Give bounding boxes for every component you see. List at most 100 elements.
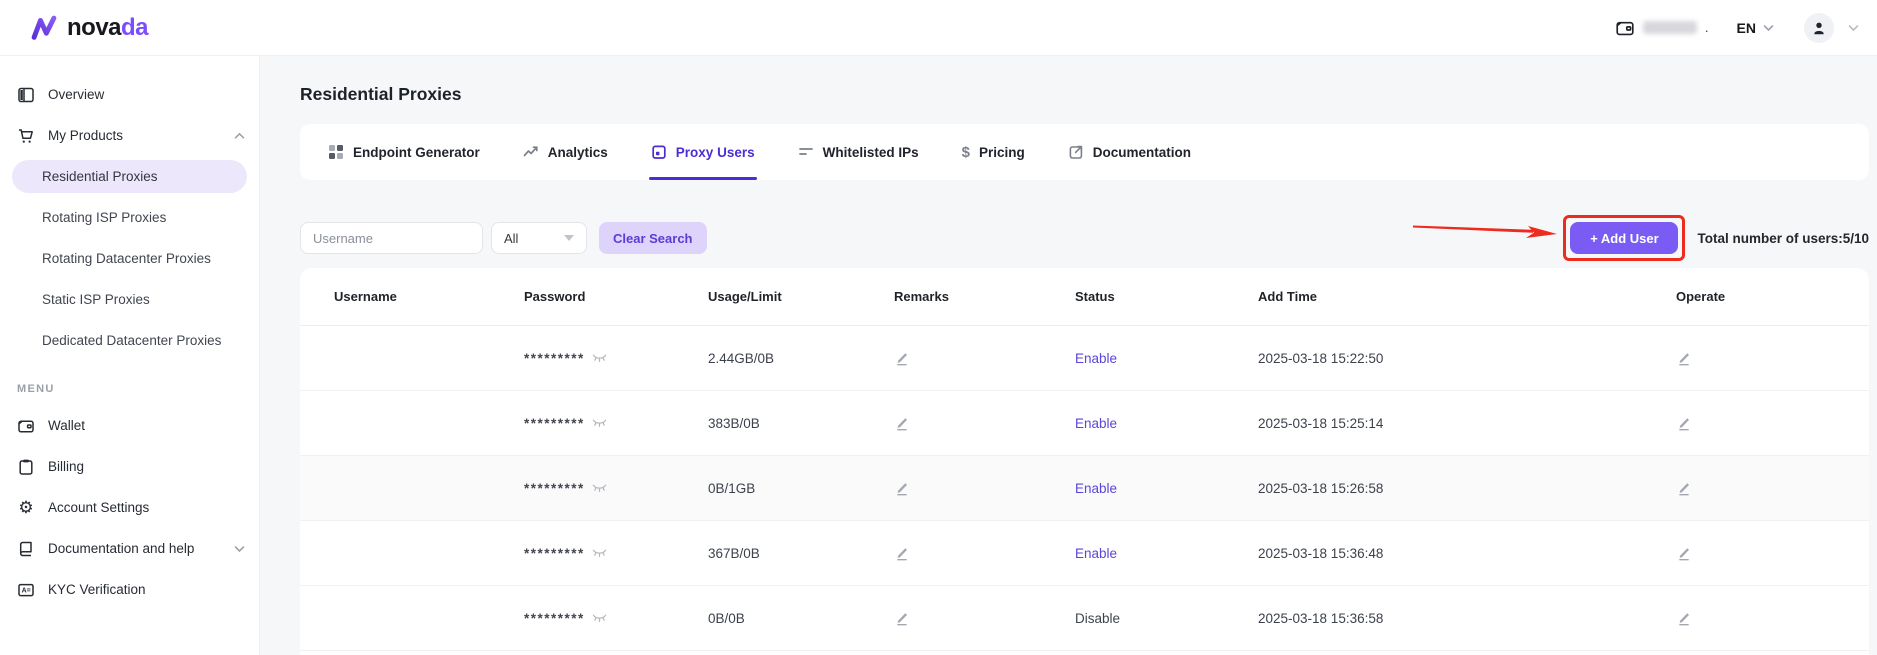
- eye-closed-icon[interactable]: [592, 417, 607, 429]
- annotation-arrow: [1413, 225, 1557, 238]
- column-header-usage-limit: Usage/Limit: [708, 289, 782, 304]
- sidebar-item-label: Overview: [48, 87, 105, 102]
- eye-closed-icon[interactable]: [592, 352, 607, 364]
- tabs-bar: Endpoint Generator Analytics Proxy Users…: [300, 124, 1869, 180]
- table-row: ********* 0B/0B Disable 2025-03-18 15:36…: [300, 586, 1869, 651]
- billing-icon: [16, 458, 36, 476]
- sidebar-item-label: Rotating ISP Proxies: [42, 210, 167, 225]
- sidebar-item-label: Wallet: [48, 418, 86, 433]
- sidebar-item-account-settings[interactable]: ⚙ Account Settings: [0, 487, 259, 528]
- clear-search-button[interactable]: Clear Search: [599, 222, 707, 254]
- language-label: EN: [1736, 19, 1756, 36]
- tab-label: Endpoint Generator: [353, 144, 480, 160]
- wallet-balance[interactable]: .: [1615, 18, 1709, 38]
- sidebar-section-menu: MENU: [17, 383, 55, 395]
- edit-user-icon[interactable]: [1676, 480, 1839, 496]
- brand-name: novada: [67, 13, 149, 41]
- external-link-icon: [1068, 144, 1084, 160]
- tab-label: Whitelisted IPs: [822, 144, 919, 160]
- password-mask: *********: [524, 545, 585, 561]
- trend-line-icon: [523, 144, 539, 160]
- edit-remark-icon[interactable]: [894, 545, 1075, 561]
- table-row: ********* 383B/0B Enable 2025-03-18 15:2…: [300, 391, 1869, 456]
- edit-user-icon[interactable]: [1676, 415, 1839, 431]
- svg-text:A=: A=: [22, 587, 31, 594]
- sidebar-item-overview[interactable]: Overview: [0, 74, 259, 115]
- password-mask: *********: [524, 415, 585, 431]
- add-time-value: 2025-03-18 15:22:50: [1258, 350, 1384, 366]
- edit-user-icon[interactable]: [1676, 545, 1839, 561]
- usage-limit-value: 0B/0B: [708, 610, 745, 626]
- sidebar-item-rotating-datacenter-proxies[interactable]: Rotating Datacenter Proxies: [0, 238, 259, 279]
- column-header-operate: Operate: [1676, 289, 1726, 304]
- table-header-row: Username Password Usage/Limit Remarks St…: [300, 268, 1869, 326]
- proxy-users-table: Username Password Usage/Limit Remarks St…: [300, 268, 1869, 655]
- table-toolbar: All Clear Search + Add User Total number…: [300, 215, 1869, 261]
- add-time-value: 2025-03-18 15:26:58: [1258, 480, 1384, 496]
- wallet-icon: [1616, 21, 1634, 35]
- user-avatar[interactable]: [1804, 12, 1834, 43]
- select-arrow-icon: [564, 235, 574, 241]
- status-filter-value: All: [504, 230, 519, 246]
- password-mask: *********: [524, 480, 585, 496]
- sidebar-item-kyc-verification[interactable]: A= KYC Verification: [0, 569, 259, 610]
- tab-whitelisted-ips[interactable]: Whitelisted IPs: [798, 124, 919, 180]
- column-header-remarks: Remarks: [894, 289, 949, 304]
- status-toggle[interactable]: Enable: [1075, 546, 1117, 561]
- status-toggle[interactable]: Disable: [1075, 611, 1120, 626]
- tab-proxy-users[interactable]: Proxy Users: [648, 124, 757, 180]
- top-header: novada . EN: [0, 0, 1877, 56]
- add-time-value: 2025-03-18 15:36:58: [1258, 610, 1384, 626]
- sidebar-item-label: Billing: [48, 459, 85, 474]
- table-row: ********* 2.44GB/0B Enable 2025-03-18 15…: [300, 326, 1869, 391]
- column-header-add-time: Add Time: [1258, 289, 1317, 304]
- sidebar-item-wallet[interactable]: Wallet: [0, 405, 259, 446]
- cart-icon: [16, 127, 36, 145]
- book-icon: [16, 540, 36, 558]
- chevron-down-icon: [1763, 24, 1774, 32]
- sidebar: Overview My Products Residential Proxies…: [0, 56, 260, 655]
- edit-remark-icon[interactable]: [894, 610, 1075, 626]
- column-header-status: Status: [1075, 289, 1115, 304]
- edit-user-icon[interactable]: [1676, 610, 1839, 626]
- edit-remark-icon[interactable]: [894, 480, 1075, 496]
- status-toggle[interactable]: Enable: [1075, 416, 1117, 431]
- grid-icon: [328, 144, 344, 160]
- person-icon: [1814, 22, 1824, 34]
- sidebar-item-documentation-and-help[interactable]: Documentation and help: [0, 528, 259, 569]
- add-time-value: 2025-03-18 15:25:14: [1258, 415, 1384, 431]
- usage-limit-value: 367B/0B: [708, 545, 760, 561]
- language-selector[interactable]: EN: [1737, 20, 1774, 36]
- brand-logo[interactable]: novada: [30, 13, 149, 42]
- password-mask: *********: [524, 350, 585, 366]
- edit-remark-icon[interactable]: [894, 415, 1075, 431]
- novada-logo-icon: [31, 15, 57, 40]
- eye-closed-icon[interactable]: [592, 482, 607, 494]
- tab-documentation[interactable]: Documentation: [1068, 124, 1191, 180]
- sidebar-item-static-isp-proxies[interactable]: Static ISP Proxies: [0, 279, 259, 320]
- tab-pricing[interactable]: $ Pricing: [962, 124, 1025, 180]
- sidebar-item-my-products[interactable]: My Products: [0, 115, 259, 156]
- status-filter-select[interactable]: All: [491, 222, 587, 254]
- username-search-input[interactable]: [300, 222, 483, 254]
- sidebar-item-label: Account Settings: [48, 500, 150, 515]
- eye-closed-icon[interactable]: [592, 612, 607, 624]
- usage-limit-value: 2.44GB/0B: [708, 350, 775, 366]
- tab-endpoint-generator[interactable]: Endpoint Generator: [328, 124, 480, 180]
- status-toggle[interactable]: Enable: [1075, 481, 1117, 496]
- sidebar-item-residential-proxies[interactable]: Residential Proxies: [12, 160, 247, 193]
- id-card-icon: A=: [16, 581, 36, 599]
- edit-remark-icon[interactable]: [894, 350, 1075, 366]
- sidebar-item-dedicated-datacenter-proxies[interactable]: Dedicated Datacenter Proxies: [0, 320, 259, 361]
- usage-limit-value: 0B/1GB: [708, 480, 756, 496]
- sidebar-item-billing[interactable]: Billing: [0, 446, 259, 487]
- edit-user-icon[interactable]: [1676, 350, 1839, 366]
- account-chevron-down-icon[interactable]: [1848, 24, 1859, 32]
- sidebar-item-rotating-isp-proxies[interactable]: Rotating ISP Proxies: [0, 197, 259, 238]
- chevron-down-icon: [234, 541, 245, 556]
- eye-closed-icon[interactable]: [592, 547, 607, 559]
- tab-analytics[interactable]: Analytics: [523, 124, 608, 180]
- table-row: ********* 367B/0B Enable 2025-03-18 15:3…: [300, 521, 1869, 586]
- status-toggle[interactable]: Enable: [1075, 351, 1117, 366]
- add-user-button[interactable]: + Add User: [1570, 222, 1679, 254]
